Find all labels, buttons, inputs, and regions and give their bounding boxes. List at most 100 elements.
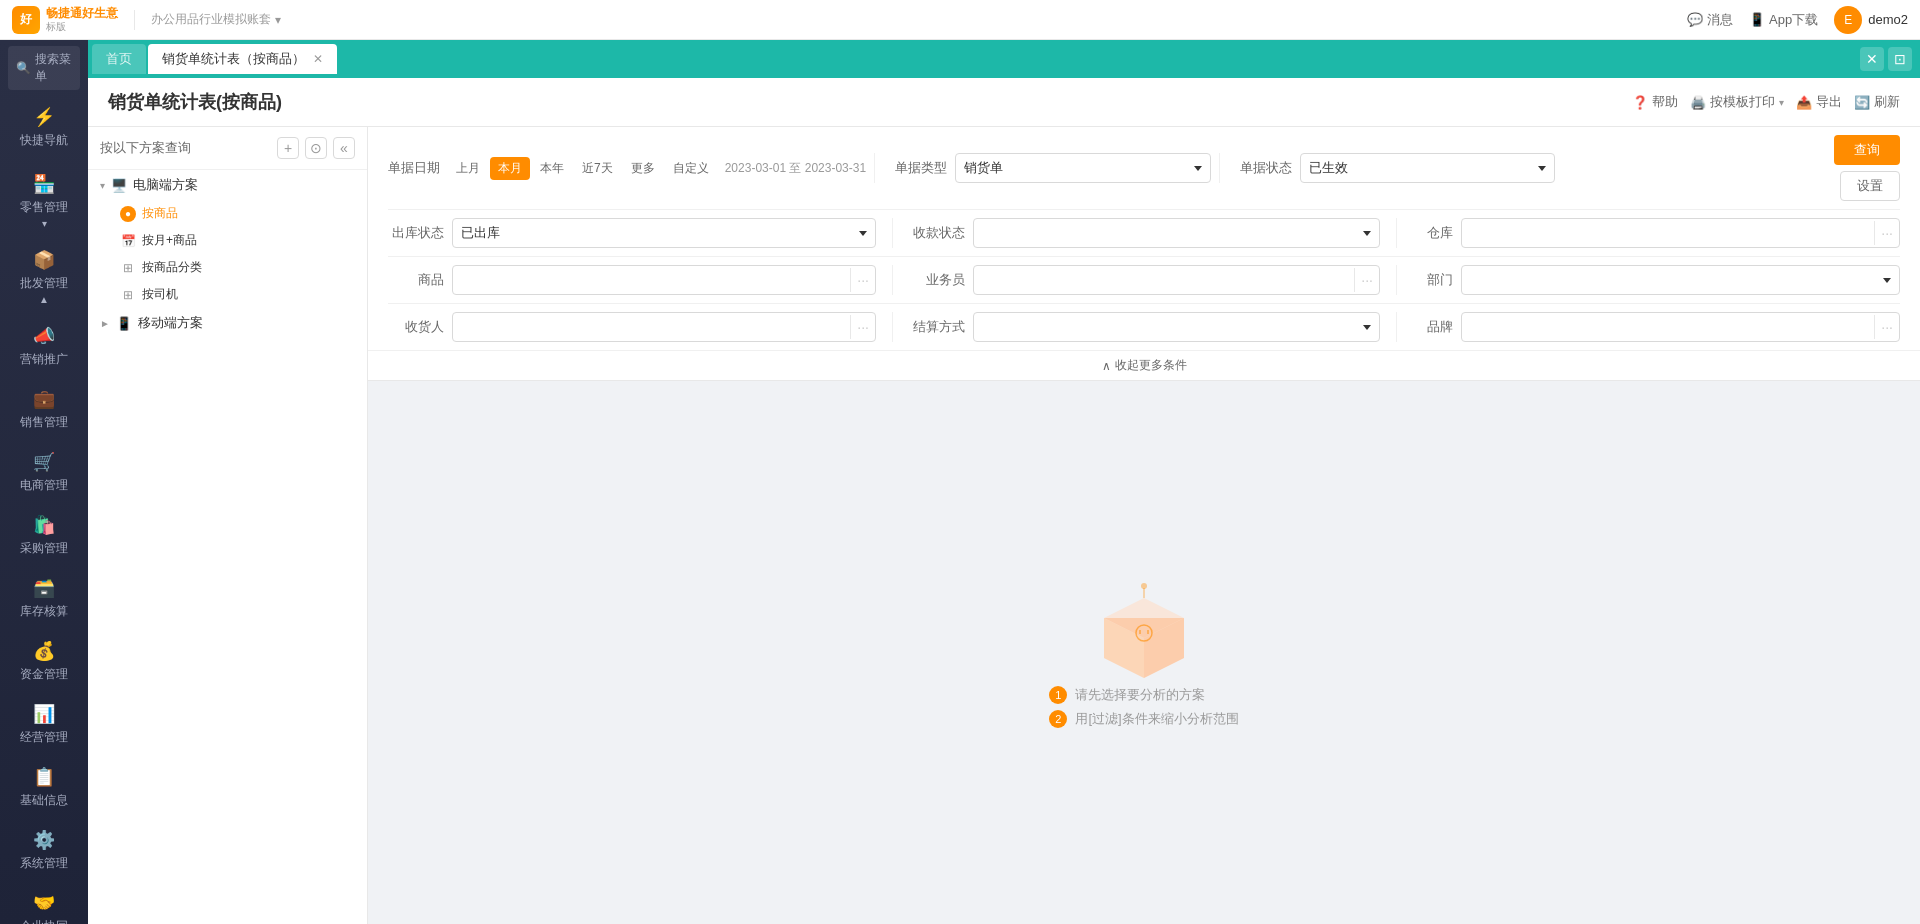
tree-item-by-goods[interactable]: ● 按商品 — [88, 200, 367, 227]
tab-report[interactable]: 销货单统计表（按商品） ✕ — [148, 44, 337, 74]
shortcut-more[interactable]: 更多 — [623, 157, 663, 180]
out-dropdown-icon — [859, 231, 867, 236]
page-title: 销货单统计表(按商品) — [108, 90, 282, 126]
sidebar-item-inventory[interactable]: 🗃️ 库存核算 — [0, 567, 88, 630]
dept-select[interactable] — [1461, 265, 1900, 295]
sidebar-item-purchase[interactable]: 🛍️ 采购管理 — [0, 504, 88, 567]
set-button[interactable]: 设置 — [1840, 171, 1900, 201]
message-action[interactable]: 💬 消息 — [1687, 11, 1733, 29]
status-filter-group: 单据状态 已生效 — [1219, 153, 1556, 183]
dept-dropdown-icon — [1883, 278, 1891, 283]
sidebar-item-sales[interactable]: 💼 销售管理 — [0, 378, 88, 441]
print-action[interactable]: 🖨️ 按模板打印 ▾ — [1690, 93, 1784, 111]
empty-hint-1: 1 请先选择要分析的方案 — [1049, 686, 1238, 704]
sidebar-item-basic[interactable]: 📋 基础信息 — [0, 756, 88, 819]
out-select[interactable]: 已出库 — [452, 218, 876, 248]
collapse-bar[interactable]: ∧ 收起更多条件 — [368, 350, 1920, 380]
empty-hints: 1 请先选择要分析的方案 2 用[过滤]条件来缩小分析范围 — [1049, 686, 1238, 728]
out-status-group: 出库状态 已出库 — [388, 218, 892, 248]
staff-dot-icon: ··· — [1354, 268, 1379, 292]
shortcut-last-month[interactable]: 上月 — [448, 157, 488, 180]
help-icon: ❓ — [1632, 95, 1648, 110]
path-dropdown-icon[interactable]: ▾ — [275, 13, 281, 27]
goods-group: 商品 ··· — [388, 265, 892, 295]
shortcut-this-month[interactable]: 本月 — [490, 157, 530, 180]
left-panel-add-btn[interactable]: + — [277, 137, 299, 159]
sidebar-item-quicknav[interactable]: ⚡ 快捷导航 — [0, 96, 88, 159]
warehouse-input[interactable]: ··· — [1461, 218, 1900, 248]
export-action[interactable]: 📤 导出 — [1796, 93, 1842, 111]
empty-svg — [1084, 578, 1204, 678]
refresh-action[interactable]: 🔄 刷新 — [1854, 93, 1900, 111]
collapse-label: 收起更多条件 — [1115, 357, 1187, 374]
sidebar-item-retail[interactable]: 🏪 零售管理 ▾ — [0, 163, 88, 239]
sidebar-item-ecommerce[interactable]: 🛒 电商管理 — [0, 441, 88, 504]
tab-home[interactable]: 首页 — [92, 44, 146, 74]
sidebar-item-wholesale[interactable]: 📦 批发管理 ▲ — [0, 239, 88, 315]
logo-subtitle: 标版 — [46, 21, 118, 33]
user-avatar: E — [1834, 6, 1862, 34]
user-info[interactable]: E demo2 — [1834, 6, 1908, 34]
filter-row-1: 单据日期 上月 本月 本年 近7天 更多 自定义 2023-03-01 至 20… — [388, 127, 1900, 210]
system-icon: ⚙️ — [33, 829, 55, 851]
sidebar-item-marketing[interactable]: 📣 营销推广 — [0, 315, 88, 378]
print-dropdown-icon[interactable]: ▾ — [1779, 97, 1784, 108]
tree-section-mobile[interactable]: ► 📱 移动端方案 — [88, 308, 367, 338]
shortcut-this-year[interactable]: 本年 — [532, 157, 572, 180]
tree-mobile-label: 移动端方案 — [138, 314, 203, 332]
wholesale-icon: 📦 — [33, 249, 55, 271]
sidebar-item-finance[interactable]: 💰 资金管理 — [0, 630, 88, 693]
brand-input[interactable]: ··· — [1461, 312, 1900, 342]
recv-select[interactable] — [973, 218, 1380, 248]
left-panel: 按以下方案查询 + ⊙ « — [88, 127, 368, 924]
staff-input[interactable]: ··· — [973, 265, 1380, 295]
by-category-icon: ⊞ — [120, 260, 136, 276]
query-button[interactable]: 查询 — [1834, 135, 1900, 165]
sidebar-item-system[interactable]: ⚙️ 系统管理 — [0, 819, 88, 882]
sidebar: 🔍 搜索菜单 ⚡ 快捷导航 🏪 零售管理 ▾ 📦 批发管理 ▲ 📣 营销推广 💼… — [0, 40, 88, 924]
operation-icon: 📊 — [33, 703, 55, 725]
top-bar-left: 好 畅捷通好生意 标版 办公用品行业模拟账套 ▾ — [12, 6, 281, 34]
refresh-icon: 🔄 — [1854, 95, 1870, 110]
help-action[interactable]: ❓ 帮助 — [1632, 93, 1678, 111]
tree-item-by-category[interactable]: ⊞ 按商品分类 — [88, 254, 367, 281]
tab-restore-btn[interactable]: ⊡ — [1888, 47, 1912, 71]
tree-section-pc[interactable]: ▾ 🖥️ 电脑端方案 — [88, 170, 367, 200]
settle-select[interactable] — [973, 312, 1380, 342]
tab-report-close[interactable]: ✕ — [313, 52, 323, 66]
shortcut-custom[interactable]: 自定义 — [665, 157, 717, 180]
left-panel-settings-btn[interactable]: ⊙ — [305, 137, 327, 159]
query-btn-group: 查询 设置 — [1563, 135, 1900, 201]
dept-label: 部门 — [1413, 271, 1453, 289]
sidebar-search[interactable]: 🔍 搜索菜单 — [8, 46, 80, 90]
search-label: 搜索菜单 — [35, 51, 72, 85]
app-download-action[interactable]: 📱 App下载 — [1749, 11, 1818, 29]
by-driver-icon: ⊞ — [120, 287, 136, 303]
inventory-icon: 🗃️ — [33, 577, 55, 599]
sidebar-item-enterprise[interactable]: 🤝 企业协同 — [0, 882, 88, 924]
marketing-icon: 📣 — [33, 325, 55, 347]
recv-person-input[interactable]: ··· — [452, 312, 876, 342]
sidebar-item-label-purchase: 采购管理 — [20, 540, 68, 557]
type-select[interactable]: 销货单 — [955, 153, 1211, 183]
tree-item-label-by-category: 按商品分类 — [142, 259, 202, 276]
tree-section-icon: 🖥️ — [111, 178, 127, 193]
goods-input[interactable]: ··· — [452, 265, 876, 295]
tree-item-label-by-month-goods: 按月+商品 — [142, 232, 197, 249]
path-label[interactable]: 办公用品行业模拟账套 ▾ — [151, 11, 281, 28]
all-filter-rows: 单据日期 上月 本月 本年 近7天 更多 自定义 2023-03-01 至 20… — [368, 127, 1920, 381]
left-panel-actions: + ⊙ « — [277, 137, 355, 159]
tree-mobile-icon: 📱 — [116, 316, 132, 331]
status-select[interactable]: 已生效 — [1300, 153, 1556, 183]
left-panel-collapse-btn[interactable]: « — [333, 137, 355, 159]
tree-item-by-driver[interactable]: ⊞ 按司机 — [88, 281, 367, 308]
tree-mobile-arrow: ► — [100, 318, 110, 329]
svg-point-8 — [1141, 583, 1147, 589]
sidebar-item-operation[interactable]: 📊 经营管理 — [0, 693, 88, 756]
filter-row-3: 商品 ··· 业务员 ··· — [388, 257, 1900, 304]
message-icon: 💬 — [1687, 12, 1703, 27]
shortcut-7days[interactable]: 近7天 — [574, 157, 621, 180]
tree-item-by-month-goods[interactable]: 📅 按月+商品 — [88, 227, 367, 254]
out-label: 出库状态 — [388, 224, 444, 242]
tab-close-btn[interactable]: ✕ — [1860, 47, 1884, 71]
